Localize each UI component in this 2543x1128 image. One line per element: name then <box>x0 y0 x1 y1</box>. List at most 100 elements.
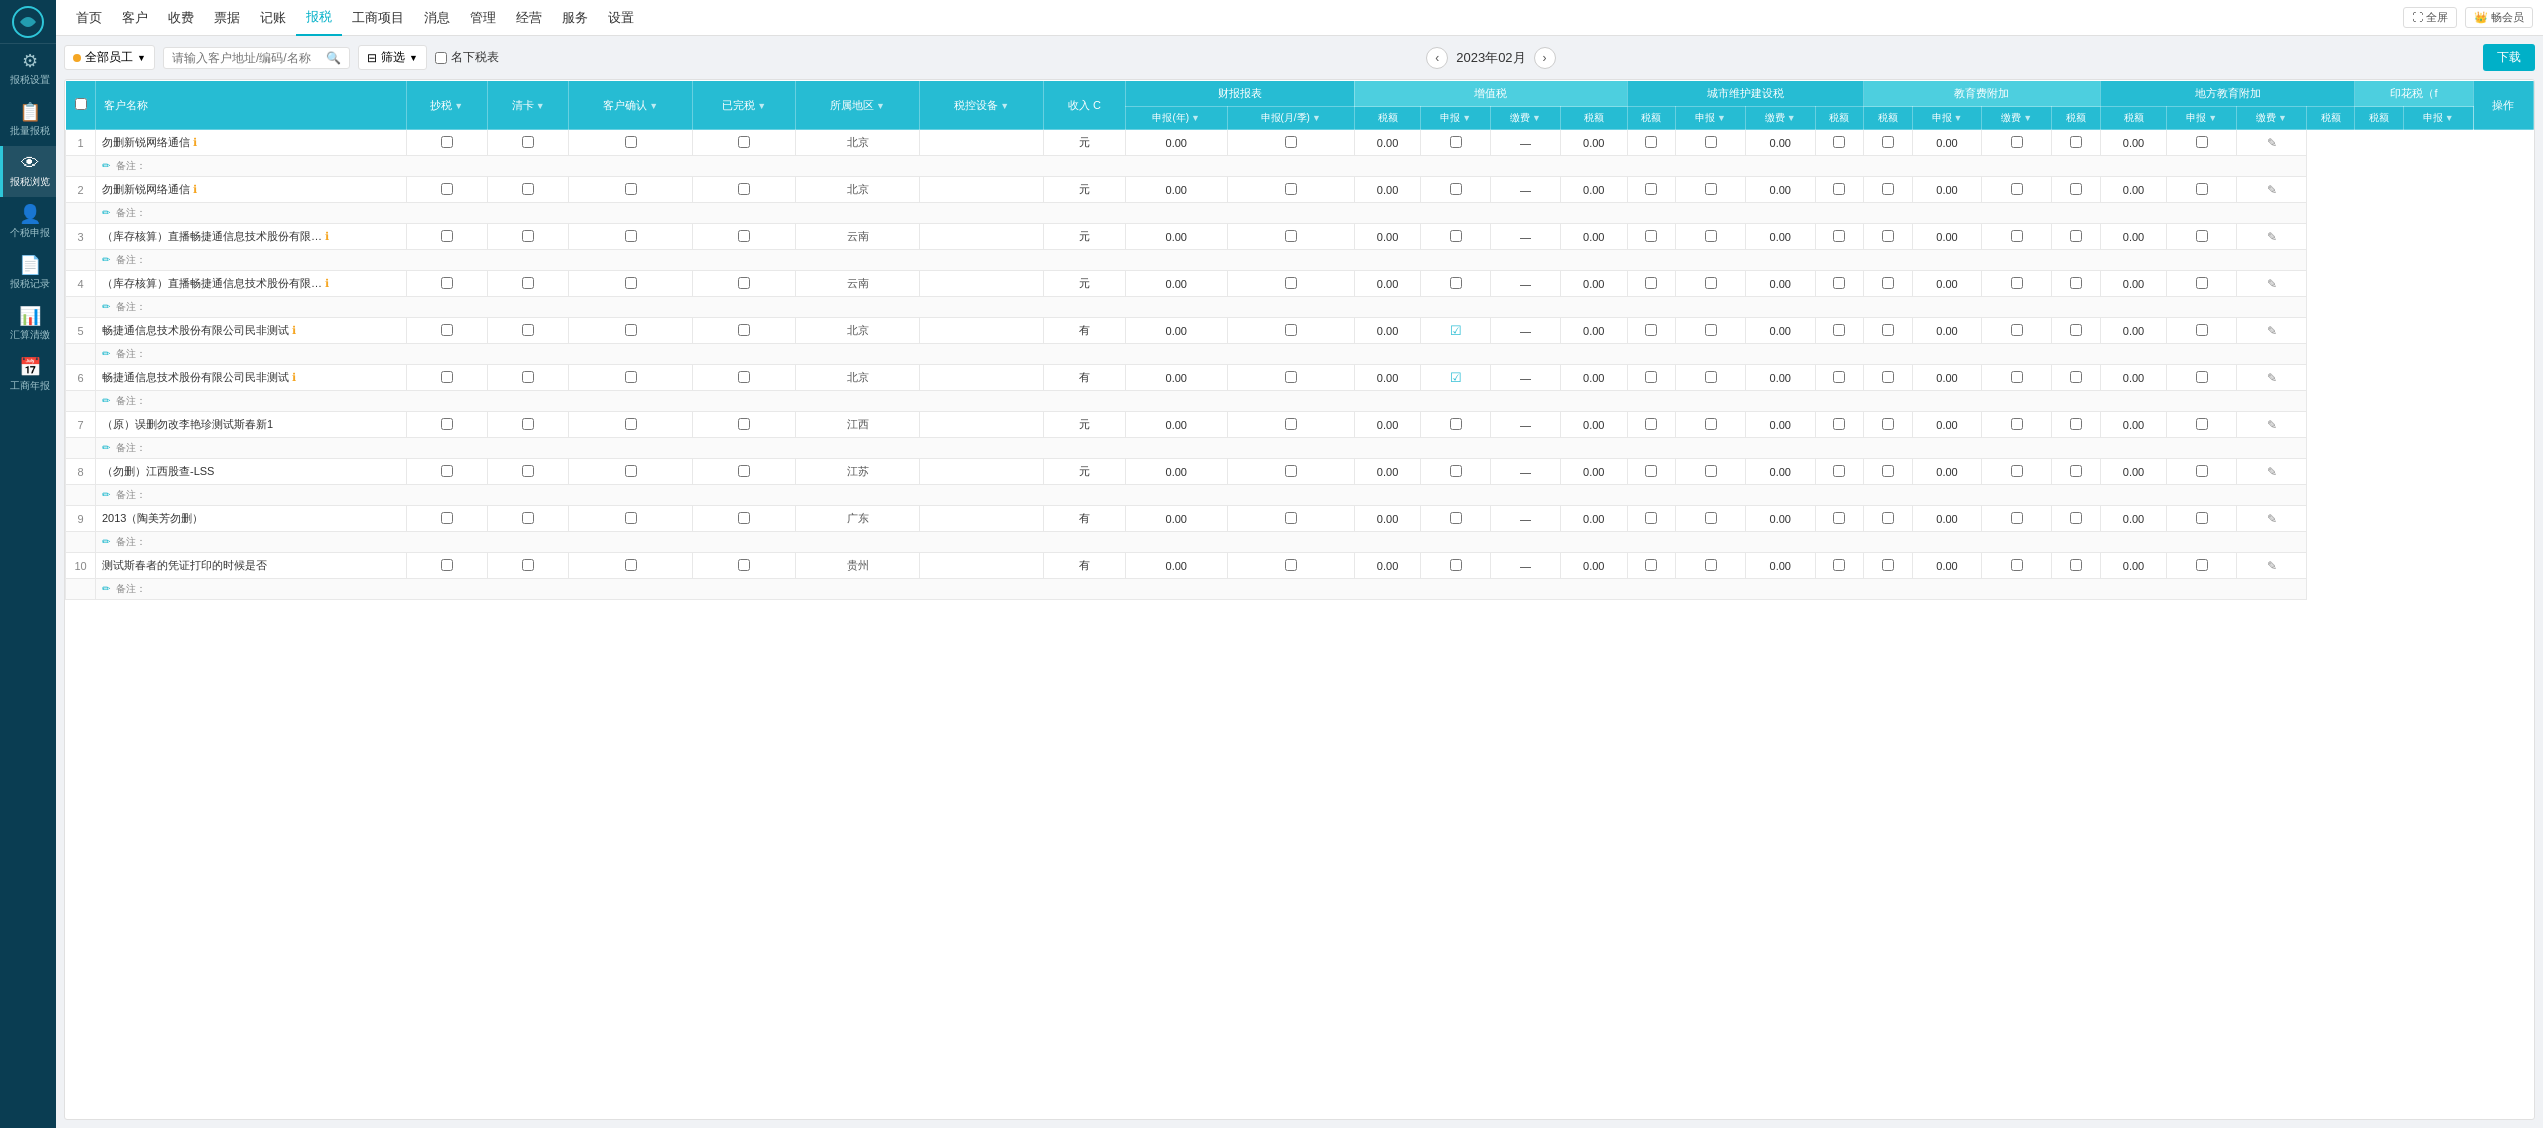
vip-btn[interactable]: 👑 畅会员 <box>2465 7 2533 28</box>
local-checkbox[interactable] <box>2011 136 2023 148</box>
city-pay-check[interactable] <box>1676 459 1746 485</box>
stamp-checkbox[interactable] <box>2196 183 2208 195</box>
edit-icon[interactable]: ✎ <box>2267 465 2277 479</box>
confirm-checkbox[interactable] <box>625 136 637 148</box>
chaoshui-checkbox[interactable] <box>441 136 453 148</box>
annual-declare-checkbox[interactable] <box>1285 136 1297 148</box>
city-checkbox[interactable] <box>1645 465 1657 477</box>
nav-service[interactable]: 服务 <box>552 0 598 36</box>
local-pay-check[interactable] <box>2052 412 2101 438</box>
city-checkbox[interactable] <box>1645 559 1657 571</box>
city-checkbox[interactable] <box>1627 506 1676 532</box>
confirm-checkbox[interactable] <box>625 465 637 477</box>
confirm-checkbox[interactable] <box>625 324 637 336</box>
annual-declare-checkbox[interactable] <box>1285 230 1297 242</box>
paid-checkbox[interactable] <box>738 324 750 336</box>
local-check[interactable] <box>1982 365 2052 391</box>
local-check[interactable] <box>1982 177 2052 203</box>
edu-check[interactable] <box>1815 506 1864 532</box>
city-checkbox[interactable] <box>1627 177 1676 203</box>
stamp-check[interactable] <box>2167 130 2237 156</box>
annual-declare-checkbox[interactable] <box>1285 324 1297 336</box>
sidebar-item-tax-settings[interactable]: ⚙ 报税设置 <box>0 44 56 95</box>
edu-pay-check[interactable] <box>1864 412 1913 438</box>
local-checkbox[interactable] <box>2011 371 2023 383</box>
chaoshui-checkbox[interactable] <box>441 559 453 571</box>
edu-checkbox[interactable] <box>1833 371 1845 383</box>
local-pay-check[interactable] <box>2052 130 2101 156</box>
action-cell[interactable]: ✎ <box>2237 412 2307 438</box>
confirm-cell[interactable] <box>569 318 693 344</box>
confirm-cell[interactable] <box>569 271 693 297</box>
fullscreen-btn[interactable]: ⛶ 全屏 <box>2403 7 2457 28</box>
edu-check[interactable] <box>1815 318 1864 344</box>
local-checkbox[interactable] <box>2011 465 2023 477</box>
local-check[interactable] <box>1982 318 2052 344</box>
edu-pay-checkbox[interactable] <box>1882 371 1894 383</box>
sidebar-item-annual-report[interactable]: 📅 工商年报 <box>0 350 56 401</box>
confirm-checkbox[interactable] <box>625 512 637 524</box>
vat-declare-cell[interactable] <box>1421 224 1491 250</box>
edu-pay-checkbox[interactable] <box>1882 418 1894 430</box>
qingka-checkbox[interactable] <box>522 136 534 148</box>
local-pay-check[interactable] <box>2052 553 2101 579</box>
stamp-checkbox[interactable] <box>2196 136 2208 148</box>
chaoshui-cell[interactable] <box>406 271 487 297</box>
vat-declare-checkbox[interactable] <box>1450 136 1462 148</box>
vat-declare-cell[interactable] <box>1421 553 1491 579</box>
edit-icon[interactable]: ✎ <box>2267 136 2277 150</box>
city-pay-check[interactable] <box>1676 224 1746 250</box>
annual-declare-checkbox[interactable] <box>1285 183 1297 195</box>
action-cell[interactable]: ✎ <box>2237 365 2307 391</box>
qingka-cell[interactable] <box>487 271 568 297</box>
vat-declare-cell[interactable] <box>1421 271 1491 297</box>
vat-declare-checkbox[interactable] <box>1450 183 1462 195</box>
city-pay-checkbox[interactable] <box>1705 512 1717 524</box>
paid-checkbox[interactable] <box>738 230 750 242</box>
city-checkbox[interactable] <box>1645 230 1657 242</box>
local-pay-checkbox[interactable] <box>2070 136 2082 148</box>
city-checkbox[interactable] <box>1627 365 1676 391</box>
annual-declare-cell[interactable] <box>1227 553 1354 579</box>
qingka-cell[interactable] <box>487 130 568 156</box>
city-pay-check[interactable] <box>1676 365 1746 391</box>
vat-declare-cell[interactable] <box>1421 177 1491 203</box>
edu-pay-checkbox[interactable] <box>1882 512 1894 524</box>
edit-icon[interactable]: ✎ <box>2267 371 2277 385</box>
nav-message[interactable]: 消息 <box>414 0 460 36</box>
nav-billing[interactable]: 收费 <box>158 0 204 36</box>
edit-icon[interactable]: ✎ <box>2267 559 2277 573</box>
paid-checkbox[interactable] <box>738 465 750 477</box>
stamp-check[interactable] <box>2167 412 2237 438</box>
nav-tax[interactable]: 报税 <box>296 0 342 36</box>
search-box[interactable]: 🔍 <box>163 47 350 69</box>
edu-pay-checkbox[interactable] <box>1882 230 1894 242</box>
local-pay-checkbox[interactable] <box>2070 277 2082 289</box>
paid-cell[interactable] <box>693 318 796 344</box>
city-pay-check[interactable] <box>1676 553 1746 579</box>
stamp-check[interactable] <box>2167 506 2237 532</box>
chaoshui-cell[interactable] <box>406 177 487 203</box>
local-checkbox[interactable] <box>2011 418 2023 430</box>
stamp-checkbox[interactable] <box>2196 324 2208 336</box>
sidebar-item-tax-record[interactable]: 📄 报税记录 <box>0 248 56 299</box>
chaoshui-checkbox[interactable] <box>441 183 453 195</box>
annual-declare-cell[interactable] <box>1227 459 1354 485</box>
edit-icon[interactable]: ✎ <box>2267 418 2277 432</box>
vat-declare-checkbox[interactable] <box>1450 277 1462 289</box>
local-pay-check[interactable] <box>2052 271 2101 297</box>
city-checkbox[interactable] <box>1627 130 1676 156</box>
stamp-check[interactable] <box>2167 365 2237 391</box>
annual-declare-checkbox[interactable] <box>1285 512 1297 524</box>
local-check[interactable] <box>1982 553 2052 579</box>
confirm-cell[interactable] <box>569 553 693 579</box>
edu-checkbox[interactable] <box>1833 230 1845 242</box>
action-cell[interactable]: ✎ <box>2237 177 2307 203</box>
nav-customer[interactable]: 客户 <box>112 0 158 36</box>
qingka-cell[interactable] <box>487 459 568 485</box>
stamp-check[interactable] <box>2167 271 2237 297</box>
prev-month-btn[interactable]: ‹ <box>1426 47 1448 69</box>
local-check[interactable] <box>1982 224 2052 250</box>
edu-check[interactable] <box>1815 271 1864 297</box>
vat-declare-cell[interactable] <box>1421 506 1491 532</box>
